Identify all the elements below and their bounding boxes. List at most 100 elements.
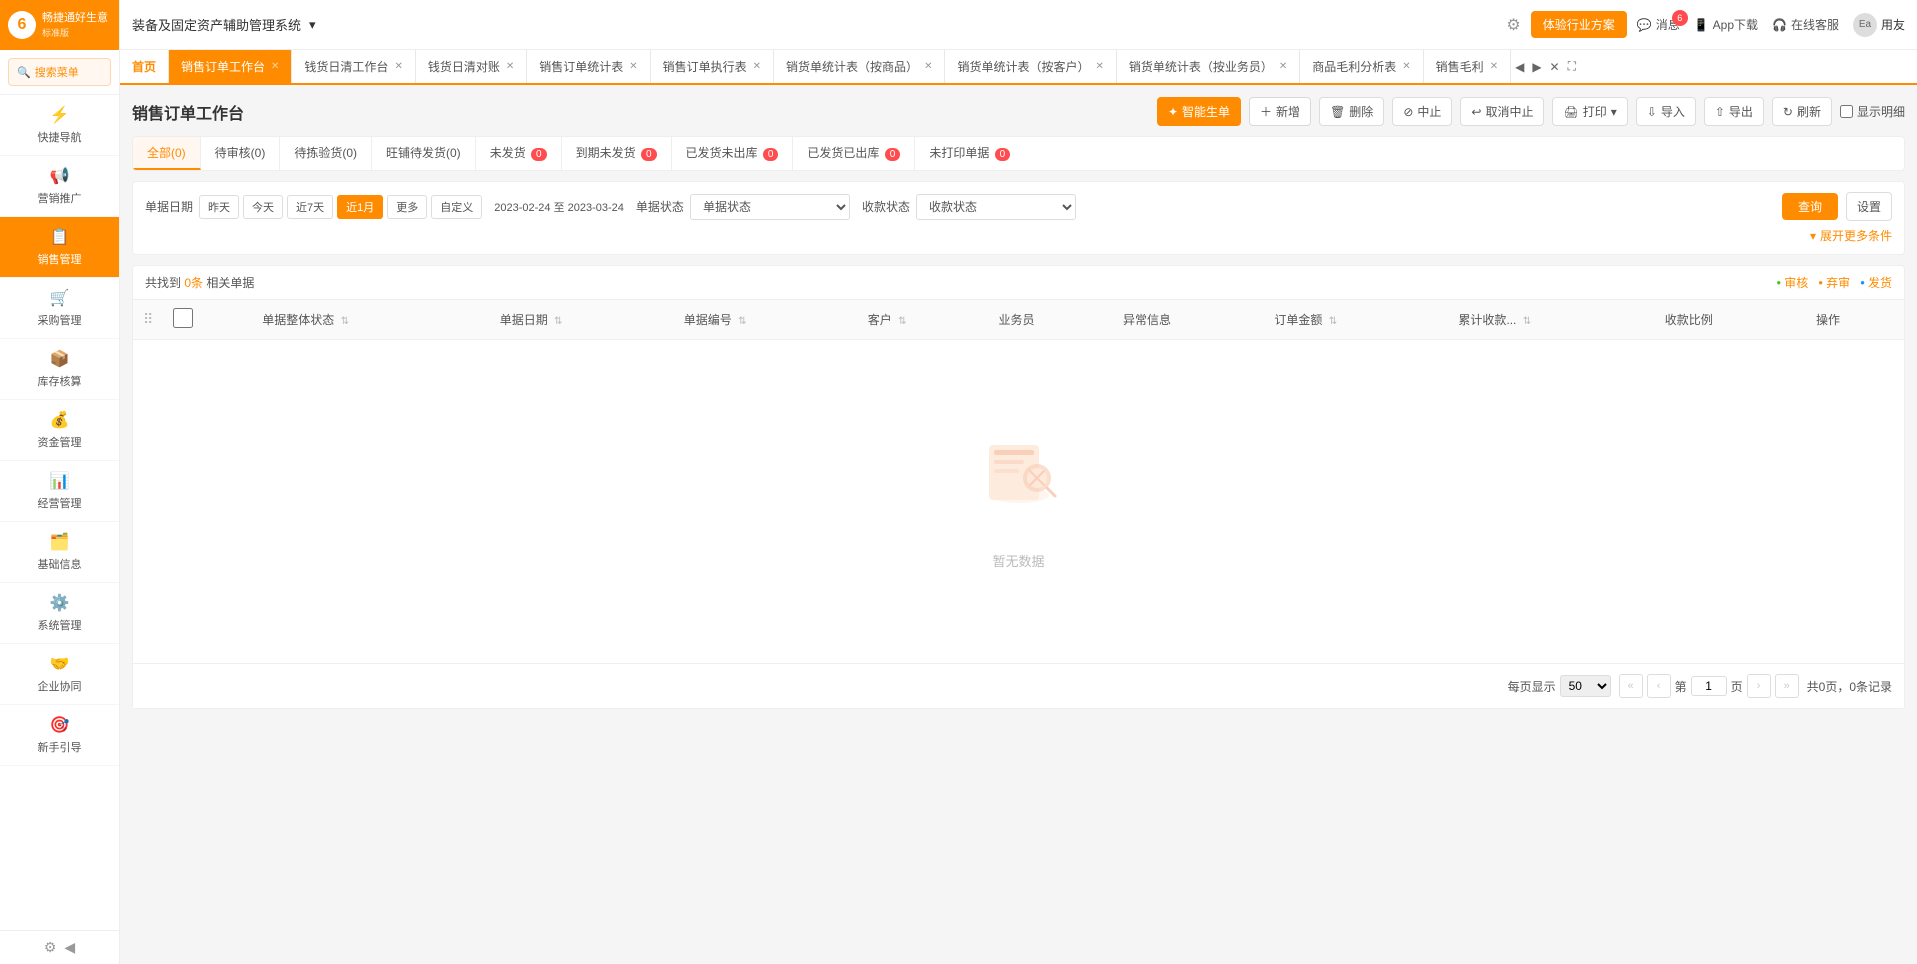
tab-cash-reconcile[interactable]: 钱货日清对账 ✕ <box>416 50 527 83</box>
tab-sales-stat[interactable]: 销售订单统计表 ✕ <box>527 50 650 83</box>
filter-date-7days[interactable]: 近7天 <box>287 195 333 219</box>
filter-expand-button[interactable]: ▾ 展开更多条件 <box>1810 227 1892 244</box>
pagination-last-button[interactable]: » <box>1775 674 1799 698</box>
sidebar-bottom: ⚙ ◀ <box>0 930 119 964</box>
tabbar-close-all-button[interactable]: ✕ <box>1546 60 1564 74</box>
subtab-wangpu[interactable]: 旺铺待发货(0) <box>372 137 476 170</box>
sidebar-item-guide[interactable]: 🎯 新手引导 <box>0 705 119 766</box>
sort-amount-icon[interactable]: ⇅ <box>1329 316 1337 327</box>
smart-generate-button[interactable]: ✦ 智能生单 <box>1157 97 1241 126</box>
tabbar-prev-button[interactable]: ◀ <box>1511 60 1528 74</box>
filter-date-yesterday[interactable]: 昨天 <box>199 195 239 219</box>
user-menu-button[interactable]: Ea 用友 <box>1853 13 1905 37</box>
subtab-shipped-out[interactable]: 已发货已出库 0 <box>793 137 915 170</box>
ship-action-button[interactable]: 发货 <box>1860 274 1892 291</box>
sidebar-collapse-button[interactable]: ◀ <box>64 939 75 956</box>
tab-close-sales-exec[interactable]: ✕ <box>753 61 761 72</box>
sidebar-item-marketing[interactable]: 📢 营销推广 <box>0 156 119 217</box>
drag-handle: ⠿ <box>143 311 153 327</box>
sidebar-item-purchase[interactable]: 🛒 采购管理 <box>0 278 119 339</box>
sidebar-item-finance[interactable]: 💰 资金管理 <box>0 400 119 461</box>
show-detail-checkbox[interactable] <box>1840 105 1853 118</box>
tab-sales-stat-product[interactable]: 销货单统计表（按商品） ✕ <box>774 50 945 83</box>
filter-status-select[interactable]: 单据状态 <box>690 194 850 220</box>
tabbar-next-button[interactable]: ▶ <box>1528 60 1545 74</box>
tab-close-sales-gross[interactable]: ✕ <box>1490 61 1498 72</box>
sidebar-item-inventory[interactable]: 📦 库存核算 <box>0 339 119 400</box>
filter-set-button[interactable]: 设置 <box>1846 192 1892 221</box>
sort-collected-icon[interactable]: ⇅ <box>1523 316 1531 327</box>
tab-profit-analysis[interactable]: 商品毛利分析表 ✕ <box>1300 50 1423 83</box>
tab-close-sales-stat-customer[interactable]: ✕ <box>1095 61 1103 72</box>
sidebar-item-sales[interactable]: 📋 销售管理 <box>0 217 119 278</box>
cancel-stop-button[interactable]: ↩ 取消中止 <box>1460 97 1544 126</box>
tab-close-sales-order[interactable]: ✕ <box>271 61 279 72</box>
search-menu-button[interactable]: 🔍 搜索菜单 <box>8 58 111 86</box>
sort-date-icon[interactable]: ⇅ <box>554 316 562 327</box>
filter-date-more[interactable]: 更多 <box>387 195 427 219</box>
sidebar-item-enterprise[interactable]: 🤝 企业协同 <box>0 644 119 705</box>
export-icon: ⇧ <box>1715 105 1725 119</box>
print-button[interactable]: 🖨 打印 ▾ <box>1552 97 1627 126</box>
online-service-button[interactable]: 🎧 在线客服 <box>1772 16 1839 33</box>
subtab-expired-not-shipped[interactable]: 到期未发货 0 <box>562 137 672 170</box>
refresh-button[interactable]: ↻ 刷新 <box>1772 97 1832 126</box>
select-all-checkbox[interactable] <box>173 308 193 328</box>
app-download-button[interactable]: 📱 App下载 <box>1694 16 1758 33</box>
filter-query-button[interactable]: 查询 <box>1782 193 1838 220</box>
tab-sales-gross[interactable]: 销售毛利 ✕ <box>1424 50 1511 83</box>
tab-sales-exec[interactable]: 销售订单执行表 ✕ <box>651 50 774 83</box>
subtab-all[interactable]: 全部(0) <box>133 137 201 170</box>
sidebar-item-basic[interactable]: 🗂️ 基础信息 <box>0 522 119 583</box>
page-size-select[interactable]: 50 10 20 100 <box>1560 675 1611 697</box>
app-name: 畅捷通好生意 <box>42 11 108 25</box>
cancel-review-action-button[interactable]: 弃审 <box>1818 274 1850 291</box>
message-button[interactable]: 💬 6 消息 <box>1637 16 1680 33</box>
subtab-not-shipped[interactable]: 未发货 0 <box>476 137 562 170</box>
stop-button[interactable]: ⊘ 中止 <box>1392 97 1452 126</box>
tabbar-maximize-button[interactable]: ⛶ <box>1564 59 1580 74</box>
filter-payment-select[interactable]: 收款状态 <box>916 194 1076 220</box>
industry-solution-button[interactable]: 体验行业方案 <box>1531 11 1627 38</box>
sidebar-settings-button[interactable]: ⚙ <box>44 939 57 956</box>
export-button[interactable]: ⇧ 导出 <box>1704 97 1764 126</box>
subtab-pending-check[interactable]: 待拣验货(0) <box>280 137 372 170</box>
tab-sales-stat-customer[interactable]: 销货单统计表（按客户） ✕ <box>945 50 1116 83</box>
new-order-button[interactable]: ＋ 新增 <box>1249 97 1311 126</box>
tab-close-profit-analysis[interactable]: ✕ <box>1402 61 1410 72</box>
tab-close-cash-reconcile[interactable]: ✕ <box>506 61 514 72</box>
pagination-next-button[interactable]: › <box>1747 674 1771 698</box>
filter-date-custom[interactable]: 自定义 <box>431 195 482 219</box>
tab-sales-stat-staff[interactable]: 销货单统计表（按业务员） ✕ <box>1117 50 1300 83</box>
settings-icon[interactable]: ⚙ <box>1506 15 1520 35</box>
subtab-pending-review[interactable]: 待审核(0) <box>201 137 281 170</box>
sidebar-item-system[interactable]: ⚙️ 系统管理 <box>0 583 119 644</box>
review-action-button[interactable]: 审核 <box>1776 274 1808 291</box>
system-dropdown-button[interactable]: ▾ <box>309 17 316 33</box>
pagination-page-input[interactable] <box>1691 676 1727 696</box>
pagination-prev-button[interactable]: ‹ <box>1647 674 1671 698</box>
tab-sales-order[interactable]: 销售订单工作台 ✕ <box>169 50 292 83</box>
show-detail-label[interactable]: 显示明细 <box>1840 103 1905 120</box>
filter-date-1month[interactable]: 近1月 <box>337 195 383 219</box>
pagination-first-button[interactable]: « <box>1619 674 1643 698</box>
sidebar-item-operation[interactable]: 📊 经营管理 <box>0 461 119 522</box>
sort-number-icon[interactable]: ⇅ <box>738 316 746 327</box>
message-count-badge: 6 <box>1672 10 1688 26</box>
horizontal-scrollbar[interactable] <box>133 650 1904 663</box>
tab-close-sales-stat-product[interactable]: ✕ <box>924 61 932 72</box>
filter-date-today[interactable]: 今天 <box>243 195 283 219</box>
search-icon: 🔍 <box>17 66 31 79</box>
sidebar-item-quicknav[interactable]: ⚡ 快捷导航 <box>0 95 119 156</box>
tab-cash-clear[interactable]: 钱货日清工作台 ✕ <box>292 50 415 83</box>
delete-button[interactable]: 🗑 删除 <box>1319 97 1384 126</box>
tab-close-sales-stat[interactable]: ✕ <box>629 61 637 72</box>
sort-customer-icon[interactable]: ⇅ <box>898 316 906 327</box>
subtab-not-printed[interactable]: 未打印单据 0 <box>915 137 1024 170</box>
tab-home[interactable]: 首页 <box>120 50 169 83</box>
subtab-shipped-not-out[interactable]: 已发货未出库 0 <box>672 137 794 170</box>
import-button[interactable]: ⇩ 导入 <box>1636 97 1696 126</box>
tab-close-cash-clear[interactable]: ✕ <box>394 61 402 72</box>
sort-status-icon[interactable]: ⇅ <box>341 316 349 327</box>
tab-close-sales-stat-staff[interactable]: ✕ <box>1279 61 1287 72</box>
